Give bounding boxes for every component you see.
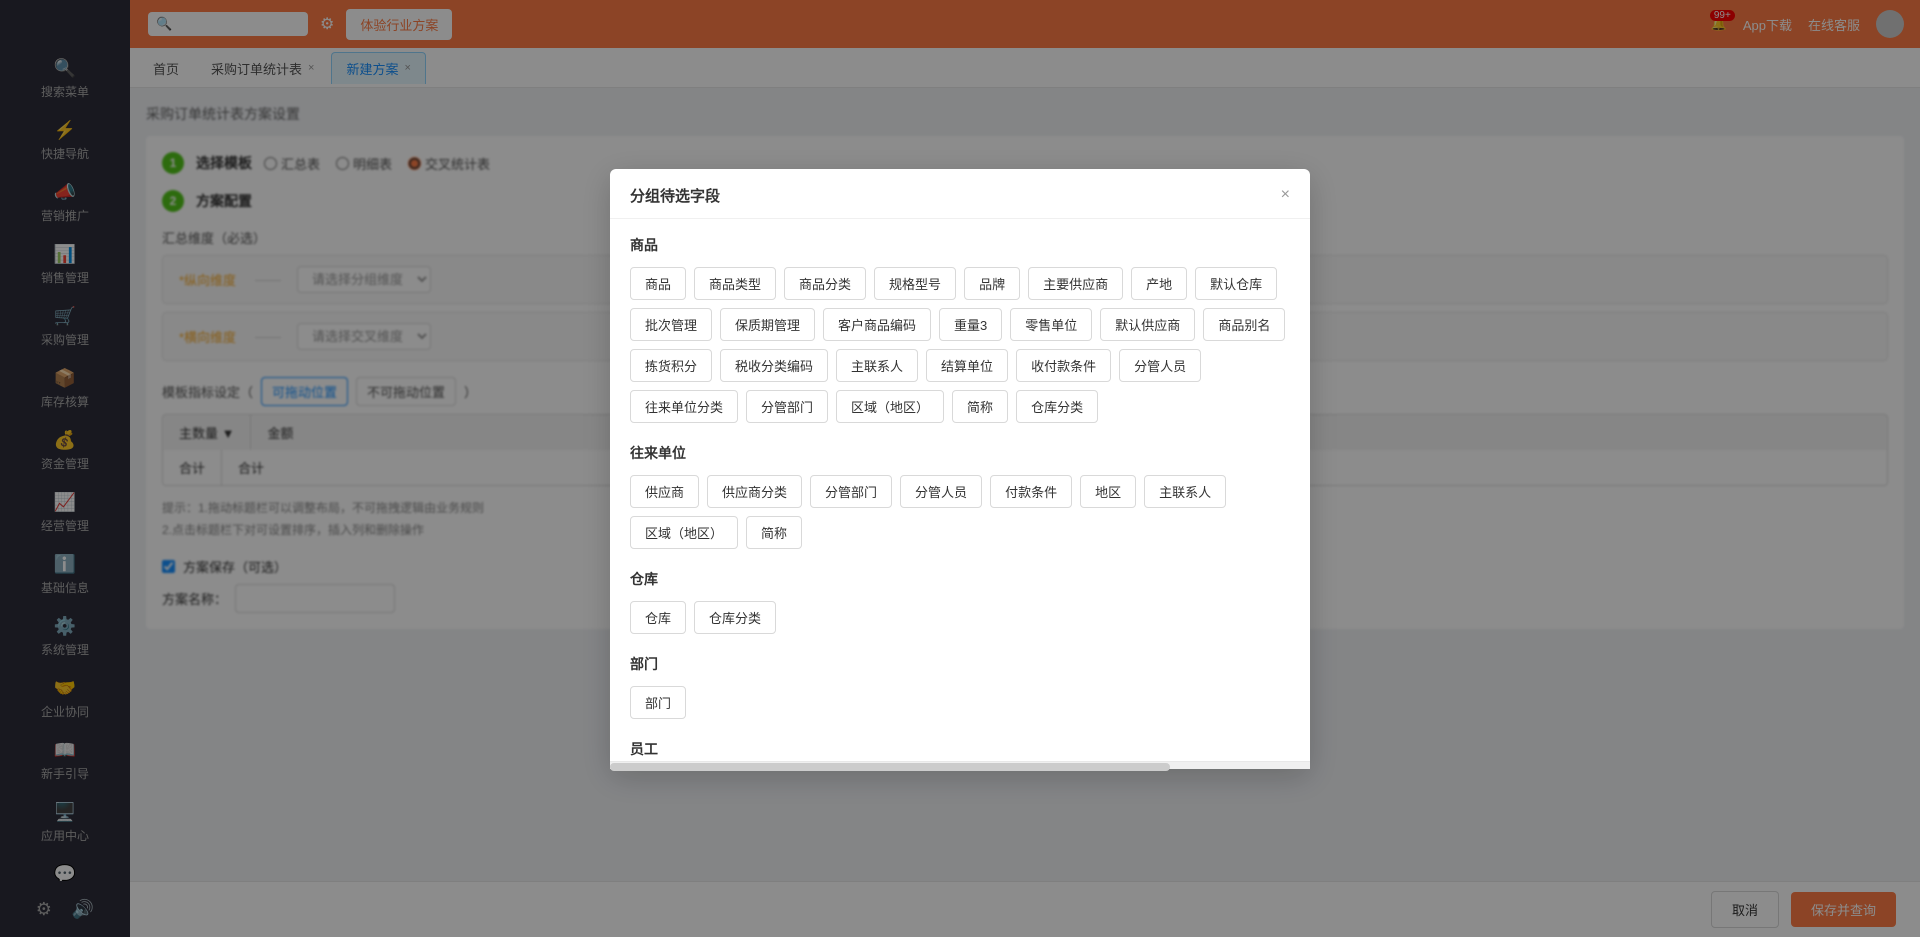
field-tags-1: 供应商供应商分类分管部门分管人员付款条件地区主联系人区域（地区）简称 — [630, 475, 1290, 549]
modal-title: 分组待选字段 — [630, 185, 720, 206]
field-tag-0-12[interactable]: 零售单位 — [1010, 308, 1092, 341]
field-tag-0-6[interactable]: 产地 — [1131, 267, 1187, 300]
field-tag-1-0[interactable]: 供应商 — [630, 475, 699, 508]
field-tag-1-3[interactable]: 分管人员 — [900, 475, 982, 508]
field-tag-0-0[interactable]: 商品 — [630, 267, 686, 300]
field-tag-0-23[interactable]: 区域（地区） — [836, 390, 944, 423]
field-tags-3: 部门 — [630, 686, 1290, 719]
field-tag-1-7[interactable]: 区域（地区） — [630, 516, 738, 549]
field-tag-0-20[interactable]: 分管人员 — [1119, 349, 1201, 382]
field-tag-0-18[interactable]: 结算单位 — [926, 349, 1008, 382]
field-group-3: 部门部门 — [630, 654, 1290, 719]
field-tag-2-1[interactable]: 仓库分类 — [694, 601, 776, 634]
modal-scroll-track — [610, 761, 1310, 769]
field-tag-1-4[interactable]: 付款条件 — [990, 475, 1072, 508]
field-tags-2: 仓库仓库分类 — [630, 601, 1290, 634]
field-group-title-0: 商品 — [630, 235, 1290, 255]
field-tag-0-4[interactable]: 品牌 — [964, 267, 1020, 300]
field-group-4: 员工业务员 — [630, 739, 1290, 761]
field-group-title-1: 往来单位 — [630, 443, 1290, 463]
field-group-2: 仓库仓库仓库分类 — [630, 569, 1290, 634]
field-tag-0-9[interactable]: 保质期管理 — [720, 308, 815, 341]
field-tag-0-15[interactable]: 拣货积分 — [630, 349, 712, 382]
field-group-title-3: 部门 — [630, 654, 1290, 674]
field-group-title-4: 员工 — [630, 739, 1290, 759]
field-tag-0-22[interactable]: 分管部门 — [746, 390, 828, 423]
field-select-modal: 分组待选字段 × 商品商品商品类型商品分类规格型号品牌主要供应商产地默认仓库批次… — [610, 169, 1310, 769]
field-group-0: 商品商品商品类型商品分类规格型号品牌主要供应商产地默认仓库批次管理保质期管理客户… — [630, 235, 1290, 423]
field-tag-3-0[interactable]: 部门 — [630, 686, 686, 719]
modal-overlay: 分组待选字段 × 商品商品商品类型商品分类规格型号品牌主要供应商产地默认仓库批次… — [0, 0, 1920, 937]
field-tag-0-13[interactable]: 默认供应商 — [1100, 308, 1195, 341]
field-tag-0-21[interactable]: 往来单位分类 — [630, 390, 738, 423]
field-tag-0-17[interactable]: 主联系人 — [836, 349, 918, 382]
field-tag-0-2[interactable]: 商品分类 — [784, 267, 866, 300]
field-tag-1-2[interactable]: 分管部门 — [810, 475, 892, 508]
modal-close-button[interactable]: × — [1281, 186, 1290, 204]
field-tag-1-1[interactable]: 供应商分类 — [707, 475, 802, 508]
field-tag-0-19[interactable]: 收付款条件 — [1016, 349, 1111, 382]
modal-body: 商品商品商品类型商品分类规格型号品牌主要供应商产地默认仓库批次管理保质期管理客户… — [610, 219, 1310, 761]
field-tag-0-11[interactable]: 重量3 — [939, 308, 1002, 341]
field-tag-0-14[interactable]: 商品别名 — [1203, 308, 1285, 341]
field-tag-0-25[interactable]: 仓库分类 — [1016, 390, 1098, 423]
field-tag-0-24[interactable]: 简称 — [952, 390, 1008, 423]
field-tag-0-8[interactable]: 批次管理 — [630, 308, 712, 341]
modal-header: 分组待选字段 × — [610, 169, 1310, 219]
modal-scroll-thumb — [610, 763, 1170, 771]
field-group-title-2: 仓库 — [630, 569, 1290, 589]
field-tag-1-8[interactable]: 简称 — [746, 516, 802, 549]
field-tag-2-0[interactable]: 仓库 — [630, 601, 686, 634]
field-tag-0-10[interactable]: 客户商品编码 — [823, 308, 931, 341]
field-group-1: 往来单位供应商供应商分类分管部门分管人员付款条件地区主联系人区域（地区）简称 — [630, 443, 1290, 549]
field-tag-0-5[interactable]: 主要供应商 — [1028, 267, 1123, 300]
field-tag-0-7[interactable]: 默认仓库 — [1195, 267, 1277, 300]
field-tag-0-16[interactable]: 税收分类编码 — [720, 349, 828, 382]
field-tag-0-1[interactable]: 商品类型 — [694, 267, 776, 300]
field-tag-1-5[interactable]: 地区 — [1080, 475, 1136, 508]
field-tag-1-6[interactable]: 主联系人 — [1144, 475, 1226, 508]
field-tags-0: 商品商品类型商品分类规格型号品牌主要供应商产地默认仓库批次管理保质期管理客户商品… — [630, 267, 1290, 423]
field-tag-0-3[interactable]: 规格型号 — [874, 267, 956, 300]
